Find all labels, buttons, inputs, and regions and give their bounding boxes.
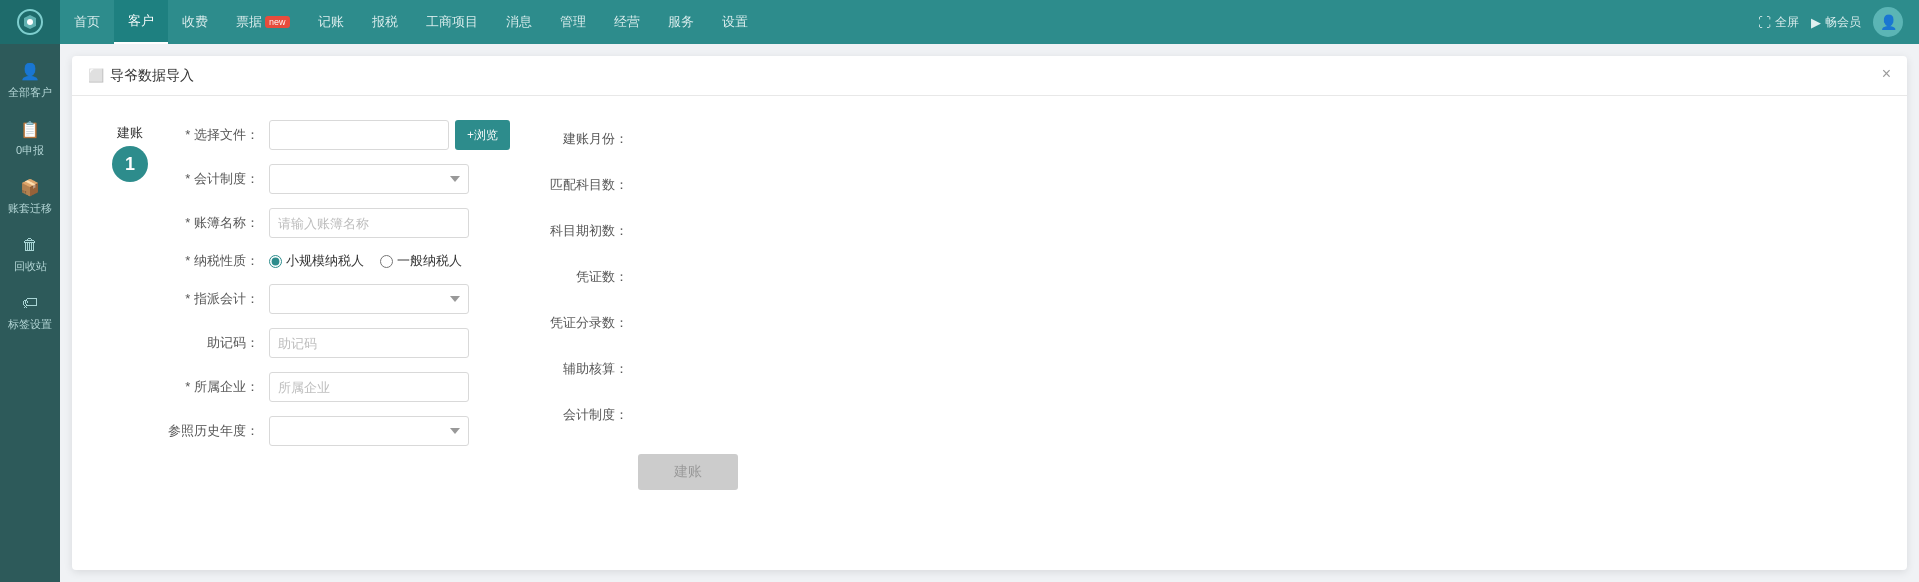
voucher-count-value (638, 262, 770, 292)
tax-general[interactable]: 一般纳税人 (380, 252, 462, 270)
recycle-icon: 🗑 (19, 234, 41, 256)
tag-settings-icon: 🏷 (19, 292, 41, 314)
form-grid: * 选择文件： +浏览 * 会计制度： * 账簿名称： * 纳税性质： (168, 120, 510, 446)
dialog-title: 导爷数据导入 (110, 67, 194, 85)
nav-logo (0, 0, 60, 44)
nav-items: 首页 客户 收费 票据 new 记账 报税 工商项目 消息 管理 经营 服务 设… (60, 0, 1758, 44)
company-label: * 所属企业： (168, 378, 259, 396)
select-file-input[interactable] (269, 120, 449, 150)
info-accounting-system-value (638, 400, 770, 430)
accounting-system-select[interactable] (269, 164, 469, 194)
info-accounting-system-label: 会计制度： (550, 406, 628, 424)
build-account-button[interactable]: 建账 (638, 454, 738, 490)
dialog-header: ⬜ 导爷数据导入 (72, 56, 1907, 96)
voucher-count-label: 凭证数： (550, 268, 628, 286)
voucher-entries-label: 凭证分录数： (550, 314, 628, 332)
info-panel: 建账月份： 匹配科目数： 科目期初数： 凭证数： 凭证分录数： 辅助核算： 会计… (550, 120, 770, 490)
nav-message[interactable]: 消息 (492, 0, 546, 44)
build-month-label: 建账月份： (550, 130, 628, 148)
ledger-name-label: * 账簿名称： (168, 214, 259, 232)
vip-button[interactable]: ▶ 畅会员 (1811, 14, 1861, 31)
sidebar-item-zero-report[interactable]: 📋 0申报 (2, 110, 58, 164)
dialog: ⬜ 导爷数据导入 × 建账 1 * 选择文件： +浏览 (72, 56, 1907, 570)
subject-init-label: 科目期初数： (550, 222, 628, 240)
nav-business[interactable]: 工商项目 (412, 0, 492, 44)
main-content: ⬜ 导爷数据导入 × 建账 1 * 选择文件： +浏览 (60, 44, 1919, 582)
svg-point-1 (27, 19, 33, 25)
nav-operation[interactable]: 经营 (600, 0, 654, 44)
sidebar-item-account-migration[interactable]: 📦 账套迁移 (2, 168, 58, 222)
reference-year-label: 参照历史年度： (168, 422, 259, 440)
account-migration-icon: 📦 (19, 176, 41, 198)
nav-bookkeeping[interactable]: 记账 (304, 0, 358, 44)
browse-button[interactable]: +浏览 (455, 120, 510, 150)
company-input[interactable] (269, 372, 469, 402)
all-customers-icon: 👤 (19, 60, 41, 82)
assign-accountant-label: * 指派会计： (168, 290, 259, 308)
step-circle: 1 (112, 146, 148, 182)
build-button-container: 建账 (638, 446, 770, 490)
build-month-value (638, 124, 770, 154)
tax-small-scale[interactable]: 小规模纳税人 (269, 252, 364, 270)
step-label: 建账 1 (112, 120, 148, 182)
sidebar-item-all-customers[interactable]: 👤 全部客户 (2, 52, 58, 106)
match-subjects-value (638, 170, 770, 200)
dialog-body: 建账 1 * 选择文件： +浏览 * 会计制度： (72, 96, 1907, 514)
ledger-name-input[interactable] (269, 208, 469, 238)
match-subjects-label: 匹配科目数： (550, 176, 628, 194)
nav-customer[interactable]: 客户 (114, 0, 168, 44)
tax-nature-radio-group: 小规模纳税人 一般纳税人 (269, 252, 510, 270)
tax-general-label: 一般纳税人 (397, 252, 462, 270)
fullscreen-button[interactable]: ⛶ 全屏 (1758, 14, 1799, 31)
tax-general-radio[interactable] (380, 255, 393, 268)
aux-accounting-value (638, 354, 770, 384)
subject-init-value (638, 216, 770, 246)
sidebar-item-tag-settings[interactable]: 🏷 标签设置 (2, 284, 58, 338)
nav-home[interactable]: 首页 (60, 0, 114, 44)
memo-code-input[interactable] (269, 328, 469, 358)
accounting-system-label: * 会计制度： (168, 170, 259, 188)
nav-service[interactable]: 服务 (654, 0, 708, 44)
select-file-label: * 选择文件： (168, 126, 259, 144)
nav-fee[interactable]: 收费 (168, 0, 222, 44)
tax-small-scale-radio[interactable] (269, 255, 282, 268)
form-step: 建账 1 * 选择文件： +浏览 * 会计制度： (112, 120, 510, 490)
vip-icon: ▶ (1811, 15, 1821, 30)
aux-accounting-label: 辅助核算： (550, 360, 628, 378)
close-button[interactable]: × (1882, 66, 1891, 82)
step-text: 建账 (117, 124, 143, 142)
new-badge: new (265, 16, 290, 29)
sidebar-item-recycle[interactable]: 🗑 回收站 (2, 226, 58, 280)
nav-manage[interactable]: 管理 (546, 0, 600, 44)
nav-settings[interactable]: 设置 (708, 0, 762, 44)
tax-nature-label: * 纳税性质： (168, 252, 259, 270)
zero-report-icon: 📋 (19, 118, 41, 140)
avatar[interactable]: 👤 (1873, 7, 1903, 37)
reference-year-select[interactable] (269, 416, 469, 446)
top-nav: 首页 客户 收费 票据 new 记账 报税 工商项目 消息 管理 经营 服务 设… (0, 0, 1919, 44)
assign-accountant-select[interactable] (269, 284, 469, 314)
header-icon: ⬜ (88, 68, 104, 83)
nav-tax[interactable]: 报税 (358, 0, 412, 44)
select-file-row: +浏览 (269, 120, 510, 150)
fullscreen-icon: ⛶ (1758, 15, 1771, 30)
nav-invoice[interactable]: 票据 new (222, 0, 304, 44)
sidebar: 👤 全部客户 📋 0申报 📦 账套迁移 🗑 回收站 🏷 标签设置 (0, 44, 60, 582)
nav-right: ⛶ 全屏 ▶ 畅会员 👤 (1758, 7, 1919, 37)
voucher-entries-value (638, 308, 770, 338)
memo-code-label: 助记码： (168, 334, 259, 352)
tax-small-scale-label: 小规模纳税人 (286, 252, 364, 270)
